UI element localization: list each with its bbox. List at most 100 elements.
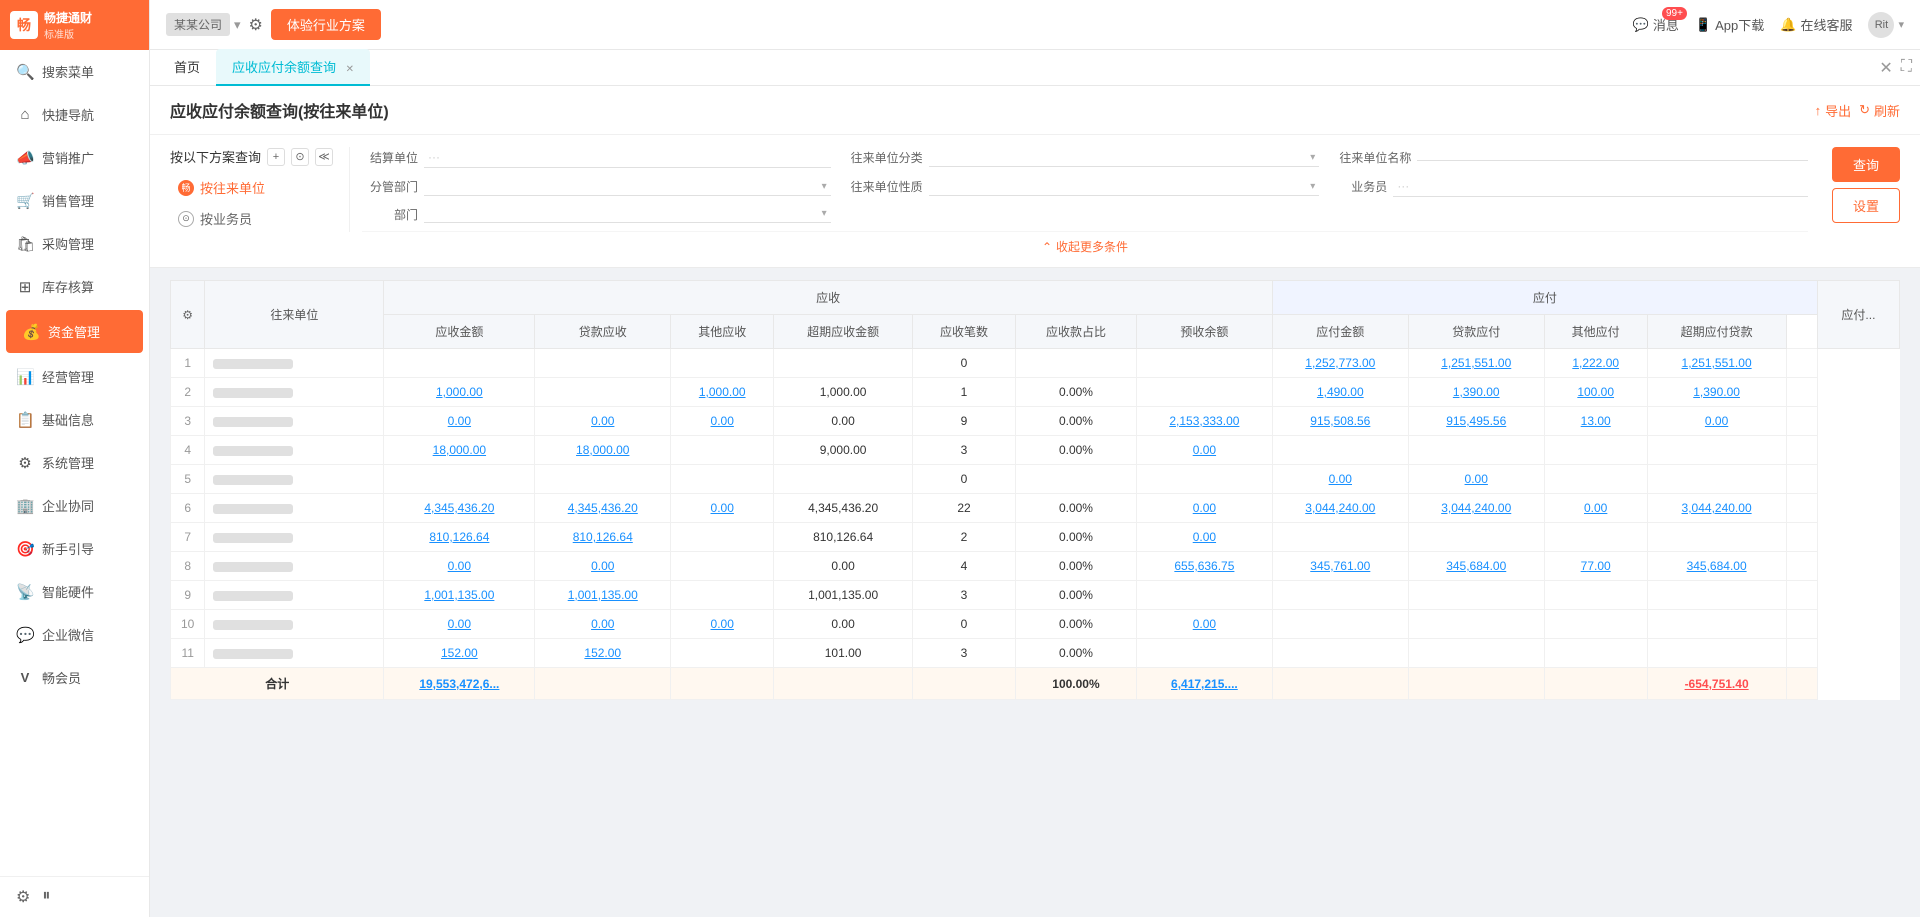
sidebar-item-guide[interactable]: 🎯 新手引导: [0, 527, 149, 570]
query-button[interactable]: 查询: [1832, 147, 1900, 182]
nav-by-partner[interactable]: 畅 按往来单位: [170, 174, 337, 201]
sidebar-item-hardware[interactable]: 📡 智能硬件: [0, 570, 149, 613]
sidebar: 畅 畅捷通财 标准版 🔍 搜索菜单 ⌂ 快捷导航 📣 营销推广 🛒 销售管理 🛍…: [0, 0, 150, 917]
partner-nature-input[interactable]: ▾: [929, 178, 1320, 196]
sidebar-bottom: ⚙ ⏸: [0, 876, 149, 917]
settings-condition-icon[interactable]: ⊙: [291, 148, 309, 166]
salesperson-input[interactable]: ···: [1393, 176, 1808, 197]
settlement-unit-input[interactable]: ···: [424, 147, 831, 168]
th-settings[interactable]: ⚙: [171, 281, 205, 349]
table-row: 4 18,000.00 18,000.00 9,000.00 3 0.00% 0…: [171, 436, 1900, 465]
search-section: 按以下方案查询 + ⊙ ≪ 畅 按往来单位 ⊙ 按业务员: [150, 135, 1920, 268]
export-button[interactable]: ↑ 导出: [1815, 101, 1852, 120]
user-avatar[interactable]: Rit ▾: [1868, 12, 1904, 38]
sidebar-item-inventory[interactable]: ⊞ 库存核算: [0, 265, 149, 308]
basic-icon: 📋: [16, 411, 34, 429]
sidebar-item-quick[interactable]: ⌂ 快捷导航: [0, 93, 149, 136]
company-selector[interactable]: 某某公司 ▾: [166, 13, 241, 36]
partner-cell: [205, 639, 384, 668]
th-ap-other: 其他应付: [1544, 315, 1647, 349]
footer-ar-prepay[interactable]: 6,417,215....: [1136, 668, 1272, 700]
marketing-icon: 📣: [16, 149, 34, 167]
operation-icon: 📊: [16, 368, 34, 386]
page-header: 应收应付余额查询(按往来单位) ↑ 导出 ↻ 刷新: [150, 86, 1920, 135]
sidebar-item-marketing[interactable]: 📣 营销推广: [0, 136, 149, 179]
table-row: 2 1,000.00 1,000.00 1,000.00 1 0.00% 1,4…: [171, 378, 1900, 407]
company-dropdown-icon: ▾: [234, 17, 241, 33]
tab-home[interactable]: 首页: [158, 49, 216, 86]
collapse-condition-icon[interactable]: ≪: [315, 148, 333, 166]
partner-cell: [205, 407, 384, 436]
sidebar-item-fund[interactable]: 💰 资金管理: [6, 310, 143, 353]
close-window-icon[interactable]: ✕: [1879, 58, 1892, 78]
tab-close-icon[interactable]: ✕: [346, 64, 354, 75]
settlement-unit-field: 结算单位 ···: [362, 147, 831, 168]
sidebar-item-search[interactable]: 🔍 搜索菜单: [0, 50, 149, 93]
inventory-icon: ⊞: [16, 278, 34, 296]
partner-category-input[interactable]: ▾: [929, 149, 1320, 167]
partner-cell: [205, 378, 384, 407]
topbar-right: 💬 消息 99+ 📱 App下载 🔔 在线客服 Rit ▾: [1633, 12, 1904, 38]
table-row: 11 152.00 152.00 101.00 3 0.00%: [171, 639, 1900, 668]
message-icon: 💬: [1633, 17, 1649, 33]
search-label: 按以下方案查询: [170, 147, 261, 166]
refresh-icon: ↻: [1859, 102, 1870, 118]
data-table: ⚙ 往来单位 应收 应付 应付... 应收金额 贷款应收 其他应收 超期应收金额: [170, 280, 1900, 700]
sales-icon: 🛒: [16, 192, 34, 210]
sidebar-item-purchase[interactable]: 🛍 采购管理: [0, 222, 149, 265]
table-row: 5 0 0.00 0.00: [171, 465, 1900, 494]
set-button[interactable]: 设置: [1832, 188, 1900, 223]
main-area: 某某公司 ▾ ⚙ 体验行业方案 💬 消息 99+ 📱 App下载 🔔: [150, 0, 1920, 917]
collapse-more-button[interactable]: ⌃ 收起更多条件: [362, 231, 1808, 261]
message-button[interactable]: 💬 消息 99+: [1633, 15, 1679, 34]
sidebar-item-system[interactable]: ⚙ 系统管理: [0, 441, 149, 484]
collapse-icon[interactable]: ⏸: [42, 887, 50, 907]
user-dropdown-icon: ▾: [1898, 18, 1904, 31]
sidebar-item-basic[interactable]: 📋 基础信息: [0, 398, 149, 441]
table-row: 10 0.00 0.00 0.00 0.00 0 0.00% 0.00: [171, 610, 1900, 639]
sidebar-item-sales[interactable]: 🛒 销售管理: [0, 179, 149, 222]
partner-cell: [205, 436, 384, 465]
partner-name-input[interactable]: [1417, 154, 1808, 161]
partner-cell: [205, 349, 384, 378]
topbar-left: 某某公司 ▾ ⚙ 体验行业方案: [166, 9, 1621, 40]
company-icon: 🏢: [16, 497, 34, 515]
system-icon: ⚙: [16, 454, 34, 472]
maximize-icon[interactable]: ⛶: [1901, 58, 1912, 78]
app-icon: 📱: [1695, 17, 1711, 33]
collapse-icon: ⌃: [1042, 240, 1052, 254]
logo-icon: 畅: [10, 11, 38, 39]
sidebar-item-company[interactable]: 🏢 企业协同: [0, 484, 149, 527]
partner-cell: [205, 581, 384, 610]
sidebar-item-operation[interactable]: 📊 经营管理: [0, 355, 149, 398]
gear-icon[interactable]: ⚙: [249, 15, 263, 35]
online-service-button[interactable]: 🔔 在线客服: [1780, 15, 1852, 34]
dept-manager-input[interactable]: ▾: [424, 178, 831, 196]
sidebar-logo: 畅 畅捷通财 标准版: [0, 0, 149, 50]
footer-ar-amount[interactable]: 19,553,472,6...: [384, 668, 535, 700]
add-condition-icon[interactable]: +: [267, 148, 285, 166]
sidebar-item-member[interactable]: V 畅会员: [0, 656, 149, 699]
th-ar-ratio: 应收款占比: [1016, 315, 1137, 349]
nav-by-salesperson[interactable]: ⊙ 按业务员: [170, 205, 337, 232]
footer-ap-overdue[interactable]: -654,751.40: [1647, 668, 1786, 700]
footer-label: 合计: [171, 668, 384, 700]
refresh-button[interactable]: ↻ 刷新: [1859, 101, 1900, 120]
sidebar-item-wechat[interactable]: 💬 企业微信: [0, 613, 149, 656]
th-partner: 往来单位: [205, 281, 384, 349]
dept-input[interactable]: ▾: [424, 205, 831, 223]
column-settings-icon[interactable]: ⚙: [182, 308, 193, 322]
th-ar-loan: 贷款应收: [535, 315, 671, 349]
table-row: 6 4,345,436.20 4,345,436.20 0.00 4,345,4…: [171, 494, 1900, 523]
guide-icon: 🎯: [16, 540, 34, 558]
tab-arquery[interactable]: 应收应付余额查询 ✕: [216, 49, 370, 86]
th-ar-count: 应收笔数: [913, 315, 1016, 349]
page-actions: ↑ 导出 ↻ 刷新: [1815, 101, 1900, 120]
settings-bottom-icon[interactable]: ⚙: [16, 887, 30, 907]
industry-solution-button[interactable]: 体验行业方案: [271, 9, 381, 40]
table-row: 1 0 1,252,773.00 1,251,551.00 1,222.00 1…: [171, 349, 1900, 378]
hardware-icon: 📡: [16, 583, 34, 601]
table-row: 8 0.00 0.00 0.00 4 0.00% 655,636.75 345,…: [171, 552, 1900, 581]
app-download-button[interactable]: 📱 App下载: [1695, 15, 1764, 34]
home-icon: ⌂: [16, 106, 34, 123]
